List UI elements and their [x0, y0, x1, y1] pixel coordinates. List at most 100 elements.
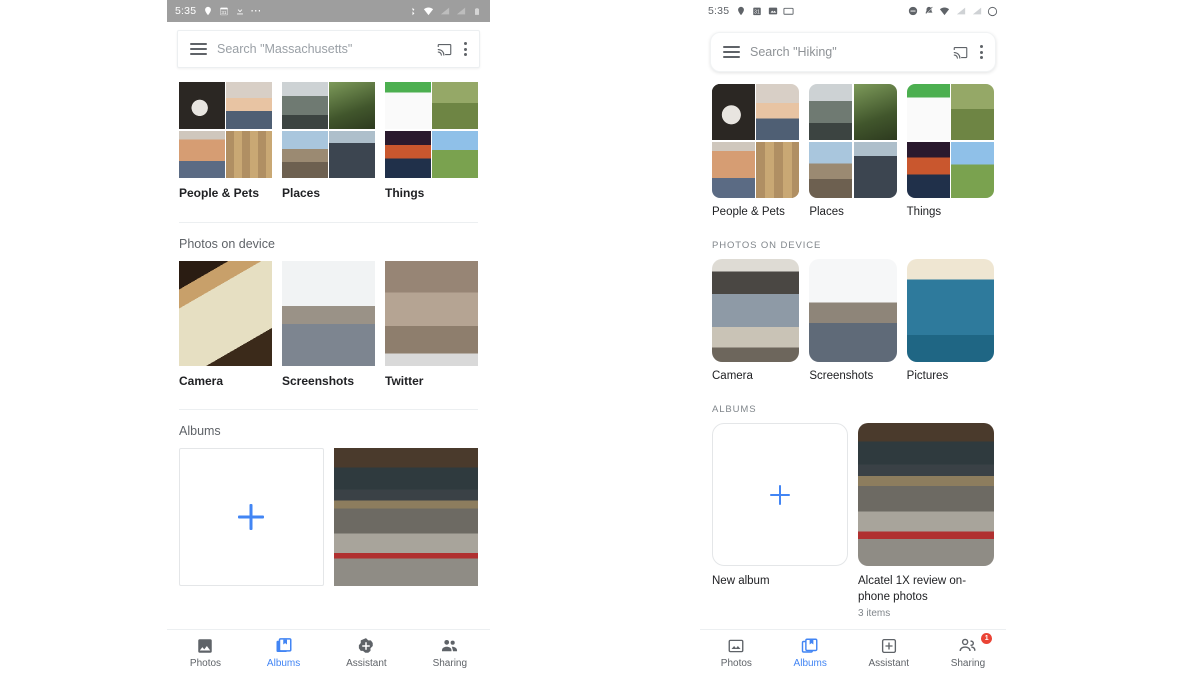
plus-icon	[770, 485, 790, 505]
status-bar-time: 5:35	[708, 5, 730, 17]
folder-thumbnail	[282, 261, 375, 366]
assistant-icon	[879, 636, 898, 655]
location-icon	[735, 6, 746, 17]
nav-item-photos[interactable]: Photos	[190, 636, 221, 669]
location-icon	[202, 6, 213, 17]
new-album-button[interactable]	[179, 448, 324, 586]
device-folder-pictures[interactable]: Pictures	[906, 259, 994, 382]
category-label: Places	[809, 206, 844, 218]
album-card-photos[interactable]	[333, 448, 478, 586]
category-thumbnail-grid	[179, 82, 272, 178]
thumbnail-tile	[906, 141, 950, 198]
album-card-new[interactable]	[179, 448, 324, 586]
nav-item-photos[interactable]: Photos	[721, 636, 752, 669]
category-thumbnail-grid	[385, 82, 478, 178]
cast-screen-icon	[783, 6, 794, 17]
category-thumbnail-grid	[712, 84, 800, 198]
nav-item-albums[interactable]: Albums	[267, 636, 300, 669]
albums-title: Albums	[179, 424, 221, 438]
category-card-places[interactable]: Places	[282, 82, 375, 200]
album-thumbnail	[333, 448, 478, 586]
nav-item-sharing[interactable]: Sharing	[433, 636, 467, 669]
category-label: Places	[282, 186, 321, 200]
hamburger-menu-icon[interactable]	[723, 46, 740, 58]
bluetooth-icon	[407, 6, 418, 17]
thumbnail-tile	[329, 130, 375, 178]
hamburger-menu-icon[interactable]	[190, 43, 207, 55]
bottom-navigation: Photos Albums Assistant Sharing	[167, 629, 490, 673]
more-vert-icon[interactable]	[463, 42, 467, 56]
nav-label: Photos	[189, 658, 222, 669]
sharing-icon	[440, 636, 459, 655]
categories-section: People & Pets Places Things	[167, 72, 490, 200]
category-card-things[interactable]: Things	[385, 82, 478, 200]
phone-panel-old-design: 5:35 31 ⋯ Search "Massachusetts" People …	[167, 0, 490, 673]
albums-row: New album Alcatel 1X review on-phone pho…	[712, 423, 994, 619]
folder-thumbnail	[906, 259, 994, 362]
device-folder-screenshots[interactable]: Screenshots	[809, 259, 897, 382]
folder-thumbnail	[179, 261, 272, 366]
device-folder-row: Camera Screenshots Twitter	[179, 261, 478, 388]
albums-section: Albums	[167, 410, 490, 586]
search-input[interactable]: Search "Massachusetts"	[217, 42, 426, 56]
nav-label: Sharing	[432, 658, 468, 669]
status-bar-time: 5:35	[175, 5, 197, 17]
category-card-people-pets[interactable]: People & Pets	[179, 82, 272, 200]
do-not-disturb-icon	[907, 6, 918, 17]
status-bar: 5:35 31	[700, 0, 1006, 22]
new-album-button[interactable]	[712, 423, 848, 566]
status-bar-right-icons	[907, 6, 998, 17]
cast-icon[interactable]	[436, 42, 453, 57]
device-folder-screenshots[interactable]: Screenshots	[282, 261, 375, 388]
album-card-new[interactable]: New album	[712, 423, 848, 619]
wifi-icon	[423, 6, 434, 17]
thumbnail-tile	[951, 141, 994, 198]
category-card-places[interactable]: Places	[809, 84, 897, 218]
nav-item-sharing[interactable]: 1 Sharing	[950, 633, 993, 669]
search-bar[interactable]: Search "Hiking"	[710, 32, 996, 72]
albums-title: Albums	[712, 404, 757, 415]
folder-thumbnail	[809, 259, 897, 362]
nav-item-albums[interactable]: Albums	[794, 636, 827, 669]
category-row: People & Pets Places Things	[712, 84, 994, 218]
device-folder-camera[interactable]: Camera	[712, 259, 800, 382]
thumbnail-tile	[712, 84, 755, 141]
thumbnail-tile	[712, 141, 755, 198]
thumbnail-tile	[432, 130, 478, 178]
category-card-things[interactable]: Things	[906, 84, 994, 218]
folder-thumbnail	[385, 261, 478, 366]
nav-label: Albums	[793, 658, 827, 669]
device-folder-camera[interactable]: Camera	[179, 261, 272, 388]
albums-section: Albums New album Alcatel 1X review on-ph…	[700, 382, 1006, 619]
nav-label: Sharing	[950, 658, 986, 669]
category-thumbnail-grid	[282, 82, 375, 178]
folder-thumbnail	[712, 259, 800, 362]
folder-label: Camera	[712, 370, 753, 382]
status-bar-right-icons	[407, 6, 482, 17]
comparison-screenshot: 5:35 31 ⋯ Search "Massachusetts" People …	[0, 0, 1200, 673]
photos-icon	[767, 6, 778, 17]
nav-item-assistant[interactable]: Assistant	[346, 636, 387, 669]
nav-item-assistant[interactable]: Assistant	[868, 636, 910, 669]
categories-section: People & Pets Places Things	[700, 76, 1006, 218]
category-label: Things	[906, 206, 942, 218]
assistant-icon	[357, 636, 376, 655]
album-card-alcatel[interactable]: Alcatel 1X review on-phone photos 3 item…	[858, 423, 994, 619]
thumbnail-tile	[179, 130, 225, 178]
calendar-icon: 31	[218, 6, 229, 17]
signal-alt-icon	[971, 6, 982, 17]
cast-icon[interactable]	[952, 45, 969, 60]
thumbnail-tile	[179, 82, 225, 130]
wifi-icon	[939, 6, 950, 17]
status-bar-left-icons: 31 ⋯	[202, 6, 262, 17]
device-folder-twitter[interactable]: Twitter	[385, 261, 478, 388]
nav-label: Assistant	[868, 658, 910, 669]
more-vert-icon[interactable]	[979, 45, 983, 59]
thumbnail-tile	[282, 130, 328, 178]
download-icon	[234, 6, 245, 17]
device-photos-section: Photos on device Camera Screenshots Twit…	[167, 223, 490, 388]
search-input[interactable]: Search "Hiking"	[750, 45, 942, 59]
category-card-people-pets[interactable]: People & Pets	[712, 84, 800, 218]
nav-label: Assistant	[346, 658, 387, 669]
search-bar[interactable]: Search "Massachusetts"	[177, 30, 480, 68]
